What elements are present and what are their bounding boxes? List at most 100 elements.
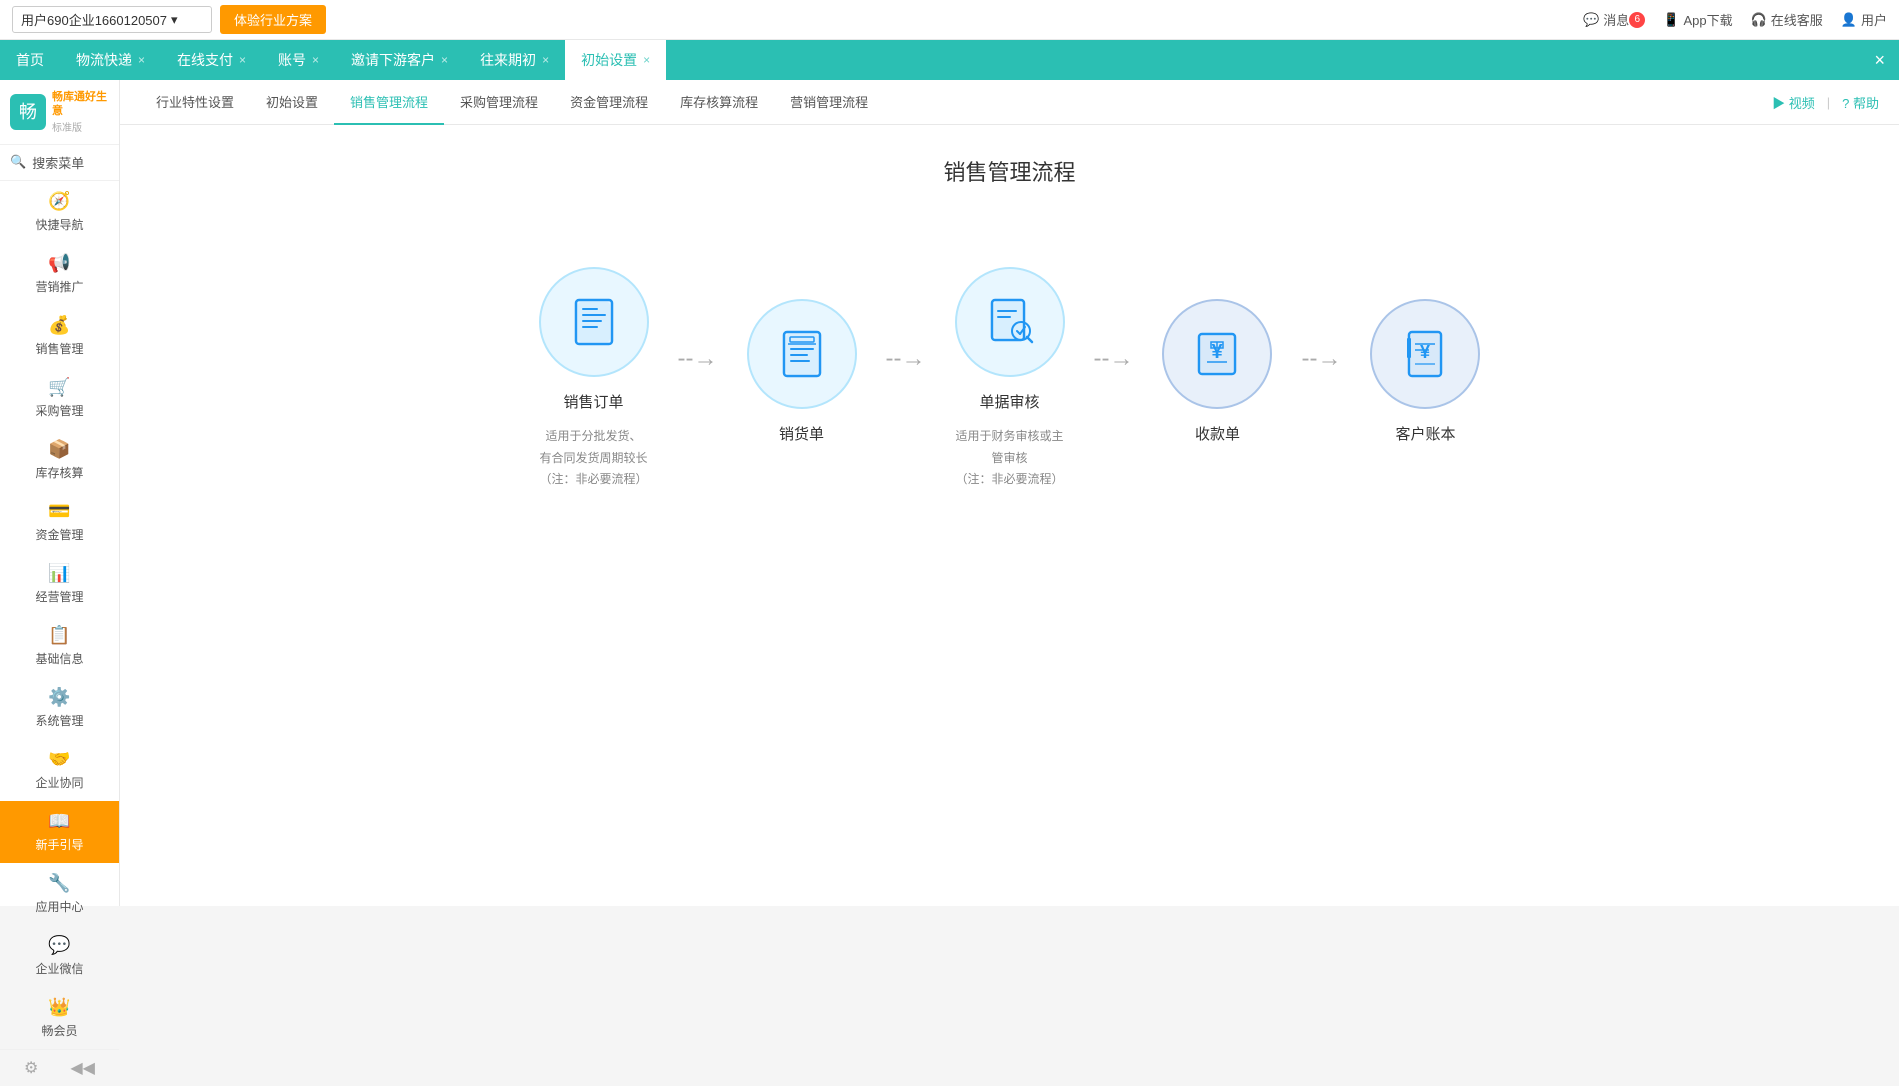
nav-period-close[interactable]: × — [542, 53, 549, 67]
app-download-link[interactable]: 📱 App下载 — [1663, 10, 1732, 29]
logo-main-text: 畅库通好生意 — [52, 90, 109, 119]
sub-tab-inventory-flow[interactable]: 库存核算流程 — [664, 80, 774, 125]
collapse-icon[interactable]: ◀◀ — [70, 1058, 95, 1078]
customer-service-link[interactable]: 🎧 在线客服 — [1751, 10, 1823, 29]
main-content: 行业特性设置 初始设置 销售管理流程 采购管理流程 资金管理流程 库存核算流程 … — [120, 80, 1899, 906]
nav-invite-close[interactable]: × — [441, 53, 448, 67]
sidebar-item-wechat[interactable]: 💬 企业微信 — [0, 925, 119, 987]
svg-text:¥: ¥ — [1420, 342, 1430, 362]
sidebar-item-label: 库存核算 — [35, 464, 83, 481]
main-layout: 畅 畅库通好生意 标准版 🔍 搜索菜单 🧭 快捷导航 📢 营销推广 💰 销售管理… — [0, 80, 1899, 906]
logo-sub-text: 标准版 — [52, 119, 109, 134]
sidebar-item-app-center[interactable]: 🔧 应用中心 — [0, 863, 119, 925]
sidebar-item-sales[interactable]: 💰 销售管理 — [0, 305, 119, 367]
nav-item-period[interactable]: 往来期初 × — [464, 40, 565, 80]
nav-item-invite[interactable]: 邀请下游客户 × — [335, 40, 464, 80]
message-icon: 💬 — [1583, 12, 1599, 28]
sidebar-item-label: 基础信息 — [35, 650, 83, 667]
nav-period-label: 往来期初 — [480, 50, 536, 70]
sidebar-item-basic-info[interactable]: 📋 基础信息 — [0, 615, 119, 677]
help-label: 帮助 — [1853, 96, 1879, 111]
member-icon: 👑 — [48, 997, 70, 1018]
sidebar-item-label: 快捷导航 — [35, 216, 83, 233]
sidebar-item-quick-nav[interactable]: 🧭 快捷导航 — [0, 181, 119, 243]
flow-step-account-book-name: 客户账本 — [1395, 423, 1455, 444]
sidebar-item-member[interactable]: 👑 畅会员 — [0, 987, 119, 1049]
sub-tabs: 行业特性设置 初始设置 销售管理流程 采购管理流程 资金管理流程 库存核算流程 … — [120, 80, 1899, 125]
sub-tab-purchase-flow[interactable]: 采购管理流程 — [444, 80, 554, 125]
wechat-icon: 💬 — [48, 935, 70, 956]
sub-tab-init[interactable]: 初始设置 — [250, 80, 334, 125]
sub-tab-sales-flow[interactable]: 销售管理流程 — [334, 80, 444, 125]
help-link[interactable]: ? 帮助 — [1842, 93, 1879, 112]
nav-account-close[interactable]: × — [312, 53, 319, 67]
user-profile-link[interactable]: 👤 用户 — [1841, 10, 1887, 29]
sidebar-logo: 畅 畅库通好生意 标准版 — [0, 80, 119, 145]
sidebar-bottom: ⚙ ◀◀ — [0, 1049, 119, 1086]
sidebar-item-finance[interactable]: 💳 资金管理 — [0, 491, 119, 553]
flow-step-invoice-icon — [747, 299, 857, 409]
settings-bottom-icon[interactable]: ⚙ — [24, 1058, 38, 1078]
nav-payment-label: 在线支付 — [177, 50, 233, 70]
operations-icon: 📊 — [48, 563, 70, 584]
avatar: 👤 — [1841, 12, 1857, 28]
user-selector-label: 用户690企业1660120507 — [21, 10, 167, 29]
sidebar-item-operations[interactable]: 📊 经营管理 — [0, 553, 119, 615]
sub-tab-marketing-flow[interactable]: 营销管理流程 — [774, 80, 884, 125]
nav-init-close[interactable]: × — [643, 53, 650, 67]
receipt-svg: ¥ — [1191, 328, 1243, 380]
cooperation-icon: 🤝 — [48, 749, 70, 770]
logo-text-block: 畅库通好生意 标准版 — [52, 90, 109, 134]
sub-tabs-right: ▶ 视频 | ? 帮助 — [1772, 93, 1879, 112]
flow-step-account-book-icon: ¥ — [1370, 299, 1480, 409]
page-title: 销售管理流程 — [160, 155, 1859, 187]
guide-icon: 📖 — [48, 811, 70, 832]
system-icon: ⚙️ — [48, 687, 70, 708]
help-icon: ? — [1842, 96, 1849, 111]
video-link[interactable]: ▶ 视频 — [1772, 93, 1815, 112]
sidebar-item-label: 销售管理 — [35, 340, 83, 357]
nav-item-logistics[interactable]: 物流快递 × — [60, 40, 161, 80]
sub-tab-marketing-flow-label: 营销管理流程 — [790, 95, 868, 110]
logo-icon: 畅 — [10, 94, 46, 130]
nav-logistics-close[interactable]: × — [138, 53, 145, 67]
sidebar-search-label: 搜索菜单 — [32, 153, 84, 172]
message-link[interactable]: 💬 消息 6 — [1583, 10, 1645, 29]
sidebar: 畅 畅库通好生意 标准版 🔍 搜索菜单 🧭 快捷导航 📢 营销推广 💰 销售管理… — [0, 80, 120, 906]
sidebar-item-guide[interactable]: 📖 新手引导 — [0, 801, 119, 863]
nav-init-label: 初始设置 — [581, 50, 637, 70]
sub-tab-industry[interactable]: 行业特性设置 — [140, 80, 250, 125]
nav-global-close[interactable]: × — [1860, 50, 1899, 71]
nav-account-label: 账号 — [278, 50, 306, 70]
nav-item-home[interactable]: 首页 — [0, 40, 60, 80]
sales-icon: 💰 — [48, 315, 70, 336]
sub-tab-inventory-flow-label: 库存核算流程 — [680, 95, 758, 110]
sub-tab-finance-flow[interactable]: 资金管理流程 — [554, 80, 664, 125]
nav-item-account[interactable]: 账号 × — [262, 40, 335, 80]
flow-step-sales-order-icon — [539, 267, 649, 377]
app-center-icon: 🔧 — [48, 873, 70, 894]
sub-tab-purchase-flow-label: 采购管理流程 — [460, 95, 538, 110]
sub-tab-sales-flow-label: 销售管理流程 — [350, 95, 428, 110]
nav-item-payment[interactable]: 在线支付 × — [161, 40, 262, 80]
sidebar-item-inventory[interactable]: 📦 库存核算 — [0, 429, 119, 491]
flow-arrow-3: --→ — [1094, 345, 1134, 413]
flow-arrow-1: --→ — [678, 345, 718, 413]
flow-arrow-2: --→ — [886, 345, 926, 413]
sidebar-item-label: 企业协同 — [35, 774, 83, 791]
sidebar-search[interactable]: 🔍 搜索菜单 — [0, 145, 119, 181]
sidebar-item-purchase[interactable]: 🛒 采购管理 — [0, 367, 119, 429]
flow-step-sales-order: 销售订单 适用于分批发货、有合同发货周期较长（注：非必要流程） — [514, 267, 674, 491]
nav-item-init[interactable]: 初始设置 × — [565, 40, 666, 80]
basic-info-icon: 📋 — [48, 625, 70, 646]
trial-button[interactable]: 体验行业方案 — [220, 5, 326, 34]
sidebar-item-marketing[interactable]: 📢 营销推广 — [0, 243, 119, 305]
sidebar-item-system[interactable]: ⚙️ 系统管理 — [0, 677, 119, 739]
sidebar-item-cooperation[interactable]: 🤝 企业协同 — [0, 739, 119, 801]
flow-arrow-4: --→ — [1301, 345, 1341, 413]
nav-invite-label: 邀请下游客户 — [351, 50, 435, 70]
sidebar-item-label: 经营管理 — [35, 588, 83, 605]
user-selector[interactable]: 用户690企业1660120507 ▾ — [12, 6, 212, 33]
flow-step-invoice-name: 销货单 — [779, 423, 824, 444]
nav-payment-close[interactable]: × — [239, 53, 246, 67]
